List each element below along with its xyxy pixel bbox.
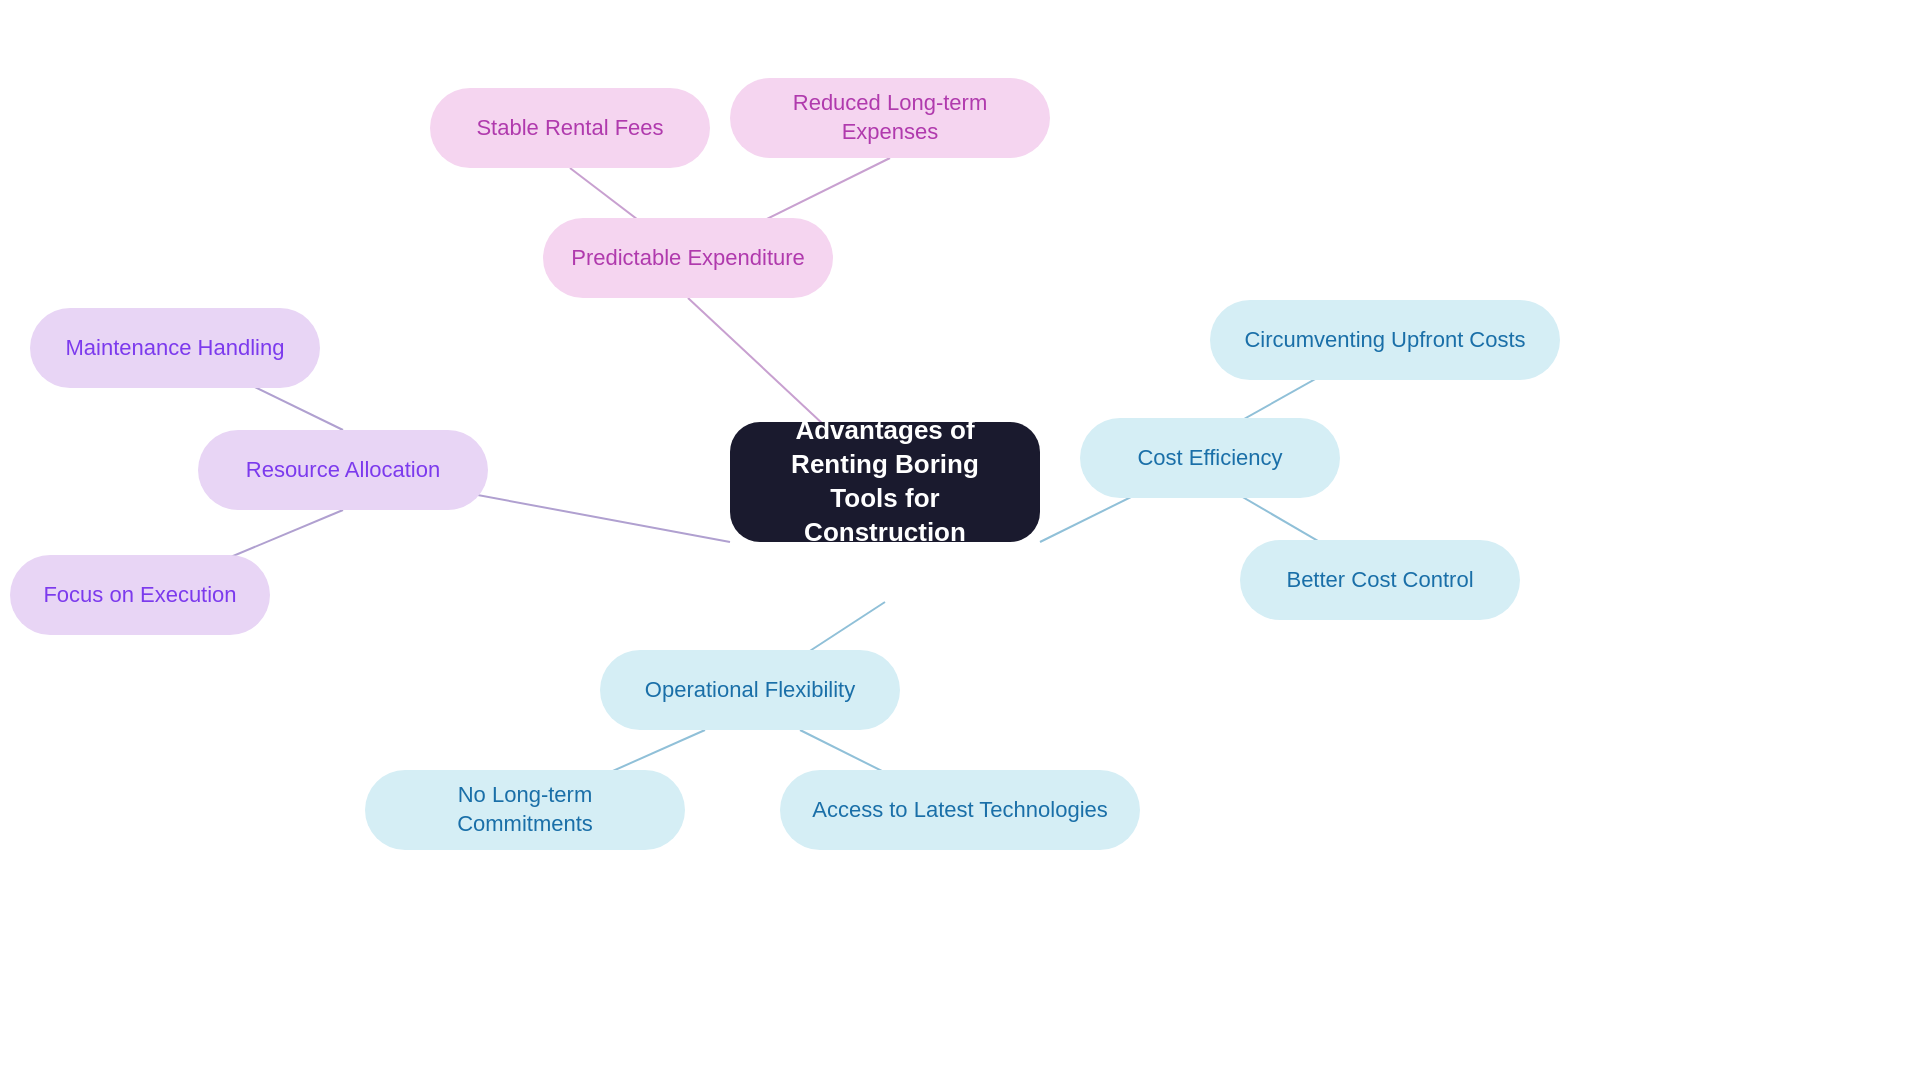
no-longterm-commitments: No Long-term Commitments [365, 770, 685, 850]
maintenance-handling: Maintenance Handling [30, 308, 320, 388]
stable-rental-fees: Stable Rental Fees [430, 88, 710, 168]
better-cost-control: Better Cost Control [1240, 540, 1520, 620]
circumventing-upfront-costs: Circumventing Upfront Costs [1210, 300, 1560, 380]
maintenance-handling-label: Maintenance Handling [66, 334, 285, 363]
stable-rental-fees-label: Stable Rental Fees [476, 114, 663, 143]
access-latest-technologies: Access to Latest Technologies [780, 770, 1140, 850]
resource-allocation: Resource Allocation [198, 430, 488, 510]
focus-on-execution: Focus on Execution [10, 555, 270, 635]
circumventing-upfront-costs-label: Circumventing Upfront Costs [1244, 326, 1525, 355]
no-longterm-commitments-label: No Long-term Commitments [393, 781, 657, 838]
cost-efficiency-label: Cost Efficiency [1137, 444, 1282, 473]
operational-flexibility-label: Operational Flexibility [645, 676, 855, 705]
center-node: Advantages of Renting Boring Tools for C… [730, 422, 1040, 542]
resource-allocation-label: Resource Allocation [246, 456, 440, 485]
operational-flexibility: Operational Flexibility [600, 650, 900, 730]
cost-efficiency: Cost Efficiency [1080, 418, 1340, 498]
focus-on-execution-label: Focus on Execution [43, 581, 236, 610]
better-cost-control-label: Better Cost Control [1286, 566, 1473, 595]
access-latest-technologies-label: Access to Latest Technologies [812, 796, 1108, 825]
reduced-longterm-expenses-label: Reduced Long-term Expenses [758, 89, 1022, 146]
reduced-longterm-expenses: Reduced Long-term Expenses [730, 78, 1050, 158]
center-label: Advantages of Renting Boring Tools for C… [758, 414, 1012, 549]
predictable-expenditure-label: Predictable Expenditure [571, 244, 805, 273]
predictable-expenditure: Predictable Expenditure [543, 218, 833, 298]
